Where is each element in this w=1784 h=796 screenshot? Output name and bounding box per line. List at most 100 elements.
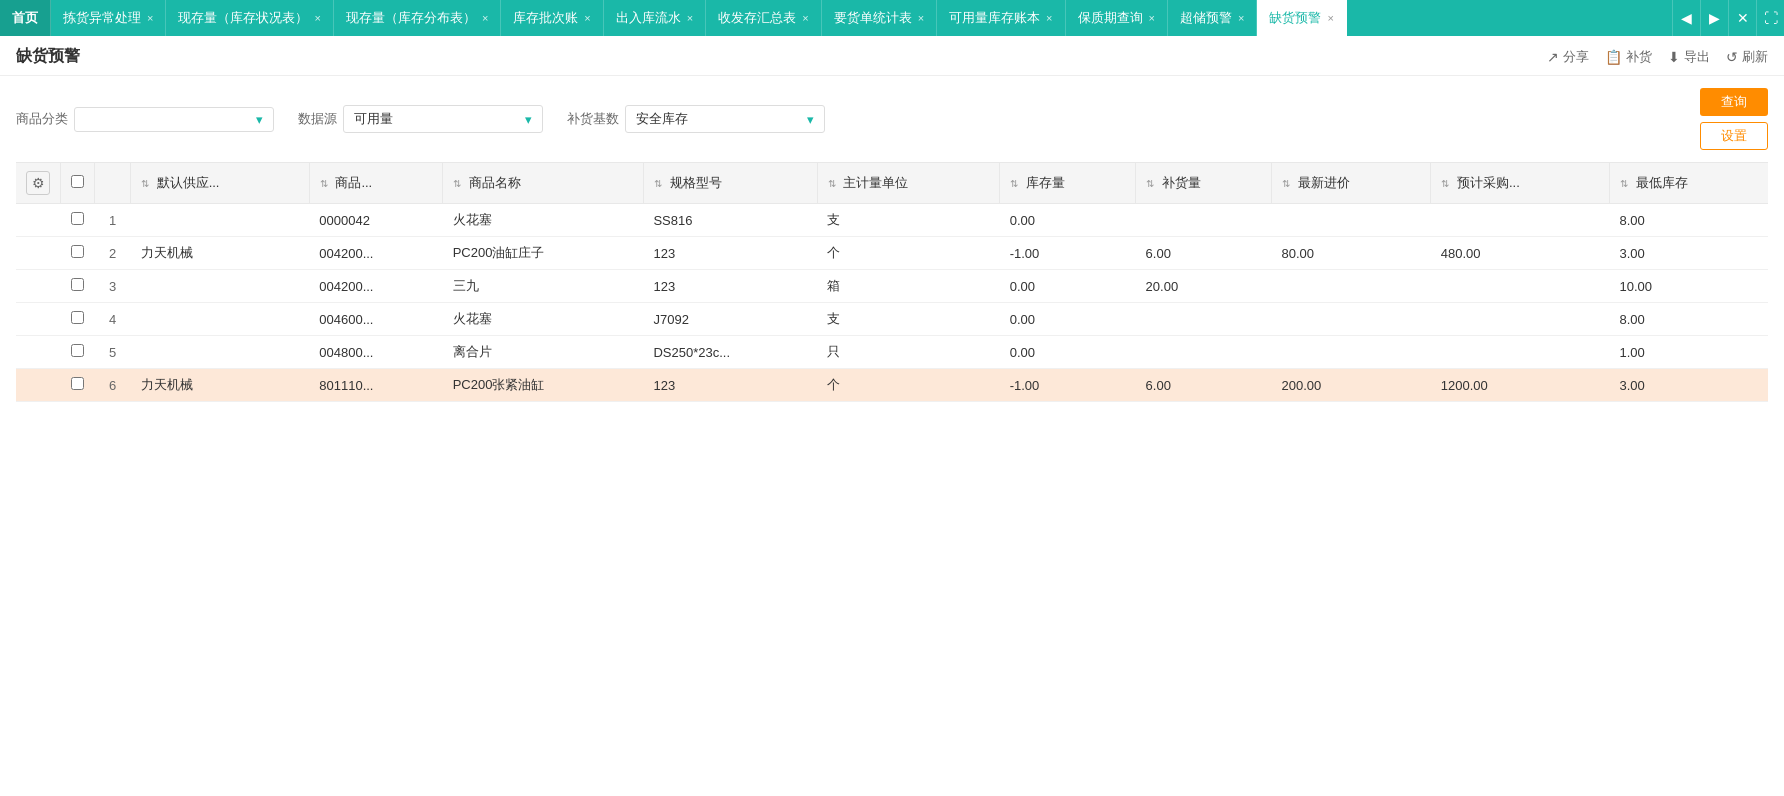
row-checkbox-cell <box>61 303 95 336</box>
row-settings-cell <box>16 336 61 369</box>
th-min-stock[interactable]: ⇅ 最低库存 <box>1610 163 1768 204</box>
action-buttons: 查询 设置 <box>1700 88 1768 150</box>
row-stock: -1.00 <box>1000 237 1136 270</box>
tab-expire[interactable]: 保质期查询 × <box>1066 0 1168 36</box>
category-value <box>85 112 208 127</box>
row-unit: 个 <box>817 369 1000 402</box>
row-checkbox[interactable] <box>71 311 84 324</box>
tab-close-abnormal[interactable]: × <box>147 12 153 24</box>
tab-close-order[interactable]: × <box>918 12 924 24</box>
row-goods-code: 004800... <box>309 336 442 369</box>
row-latest-price <box>1272 303 1431 336</box>
refresh-icon: ↺ <box>1726 49 1738 65</box>
settings-button[interactable]: 设置 <box>1700 122 1768 150</box>
tab-close-batch[interactable]: × <box>584 12 590 24</box>
row-goods-name: PC200张紧油缸 <box>443 369 644 402</box>
latest-price-sort-icon: ⇅ <box>1282 178 1290 189</box>
row-checkbox[interactable] <box>71 278 84 291</box>
goods-name-sort-icon: ⇅ <box>453 178 461 189</box>
goods-code-sort-icon: ⇅ <box>320 178 328 189</box>
datasource-label: 数据源 <box>298 110 337 128</box>
row-replenish <box>1136 303 1272 336</box>
th-stock[interactable]: ⇅ 库存量 <box>1000 163 1136 204</box>
tab-flow[interactable]: 出入库流水 × <box>604 0 706 36</box>
tab-close-available[interactable]: × <box>1046 12 1052 24</box>
th-replenish[interactable]: ⇅ 补货量 <box>1136 163 1272 204</box>
tab-close-expire[interactable]: × <box>1149 12 1155 24</box>
table-row: 5 004800... 离合片 DS250*23c... 只 0.00 1.00 <box>16 336 1768 369</box>
tab-expand-btn[interactable]: ⛶ <box>1756 0 1784 36</box>
row-latest-price <box>1272 270 1431 303</box>
row-checkbox[interactable] <box>71 245 84 258</box>
tab-collect[interactable]: 收发存汇总表 × <box>706 0 821 36</box>
refresh-button[interactable]: ↺ 刷新 <box>1726 48 1768 66</box>
replenish-base-select[interactable]: 安全库存 ▾ <box>625 105 825 133</box>
th-goods-code[interactable]: ⇅ 商品... <box>309 163 442 204</box>
row-est-purchase <box>1431 204 1610 237</box>
th-latest-price[interactable]: ⇅ 最新进价 <box>1272 163 1431 204</box>
tab-batch[interactable]: 库存批次账 × <box>501 0 603 36</box>
th-goods-name[interactable]: ⇅ 商品名称 <box>443 163 644 204</box>
tab-close-flow[interactable]: × <box>687 12 693 24</box>
tab-inventory1[interactable]: 现存量（库存状况表） × <box>166 0 333 36</box>
page-title: 缺货预警 <box>16 46 80 67</box>
row-checkbox-cell <box>61 237 95 270</box>
row-goods-code: 0000042 <box>309 204 442 237</box>
row-min-stock: 3.00 <box>1610 237 1768 270</box>
table-row: 2 力天机械 004200... PC200油缸庄子 123 个 -1.00 6… <box>16 237 1768 270</box>
th-supplier[interactable]: ⇅ 默认供应... <box>131 163 310 204</box>
row-stock: 0.00 <box>1000 303 1136 336</box>
tab-close-inventory1[interactable]: × <box>314 12 320 24</box>
row-checkbox[interactable] <box>71 212 84 225</box>
tab-home[interactable]: 首页 <box>0 0 51 36</box>
replenish-button[interactable]: 📋 补货 <box>1605 48 1652 66</box>
table-row: 3 004200... 三九 123 箱 0.00 20.00 10.00 <box>16 270 1768 303</box>
export-button[interactable]: ⬇ 导出 <box>1668 48 1710 66</box>
table-settings-icon[interactable]: ⚙ <box>26 171 50 195</box>
row-num: 6 <box>95 369 131 402</box>
row-goods-name: 火花塞 <box>443 303 644 336</box>
row-min-stock: 8.00 <box>1610 204 1768 237</box>
row-unit: 只 <box>817 336 1000 369</box>
share-button[interactable]: ↗ 分享 <box>1547 48 1589 66</box>
th-checkbox <box>61 163 95 204</box>
category-select[interactable]: ▾ <box>74 107 274 132</box>
tab-abnormal[interactable]: 拣货异常处理 × <box>51 0 166 36</box>
row-checkbox[interactable] <box>71 344 84 357</box>
tab-prev-btn[interactable]: ◀ <box>1672 0 1700 36</box>
est-purchase-sort-icon: ⇅ <box>1441 178 1449 189</box>
tab-close-overstock[interactable]: × <box>1238 12 1244 24</box>
query-button[interactable]: 查询 <box>1700 88 1768 116</box>
tab-shortage[interactable]: 缺货预警 × <box>1257 0 1346 36</box>
row-min-stock: 1.00 <box>1610 336 1768 369</box>
row-checkbox[interactable] <box>71 377 84 390</box>
tab-available[interactable]: 可用量库存账本 × <box>937 0 1065 36</box>
tab-close-btn[interactable]: ✕ <box>1728 0 1756 36</box>
tab-inventory2[interactable]: 现存量（库存分布表） × <box>334 0 501 36</box>
th-unit[interactable]: ⇅ 主计量单位 <box>817 163 1000 204</box>
table-container: ⚙ ⇅ 默认供应... ⇅ 商品... ⇅ <box>0 162 1784 402</box>
tab-overstock[interactable]: 超储预警 × <box>1168 0 1257 36</box>
row-latest-price: 80.00 <box>1272 237 1431 270</box>
select-all-checkbox[interactable] <box>71 175 84 188</box>
row-replenish: 6.00 <box>1136 369 1272 402</box>
row-unit: 箱 <box>817 270 1000 303</box>
row-goods-code: 004200... <box>309 237 442 270</box>
tab-next-btn[interactable]: ▶ <box>1700 0 1728 36</box>
row-replenish <box>1136 204 1272 237</box>
data-table: ⚙ ⇅ 默认供应... ⇅ 商品... ⇅ <box>16 162 1768 402</box>
row-spec: J7092 <box>643 303 817 336</box>
replenish-icon: 📋 <box>1605 49 1622 65</box>
tab-close-inventory2[interactable]: × <box>482 12 488 24</box>
supplier-sort-icon: ⇅ <box>141 178 149 189</box>
category-arrow-icon: ▾ <box>256 112 263 127</box>
tab-close-collect[interactable]: × <box>802 12 808 24</box>
row-est-purchase: 1200.00 <box>1431 369 1610 402</box>
row-supplier: 力天机械 <box>131 369 310 402</box>
tab-order[interactable]: 要货单统计表 × <box>822 0 937 36</box>
th-spec[interactable]: ⇅ 规格型号 <box>643 163 817 204</box>
datasource-select[interactable]: 可用量 ▾ <box>343 105 543 133</box>
tab-close-shortage[interactable]: × <box>1327 12 1333 24</box>
th-est-purchase[interactable]: ⇅ 预计采购... <box>1431 163 1610 204</box>
row-settings-cell <box>16 237 61 270</box>
